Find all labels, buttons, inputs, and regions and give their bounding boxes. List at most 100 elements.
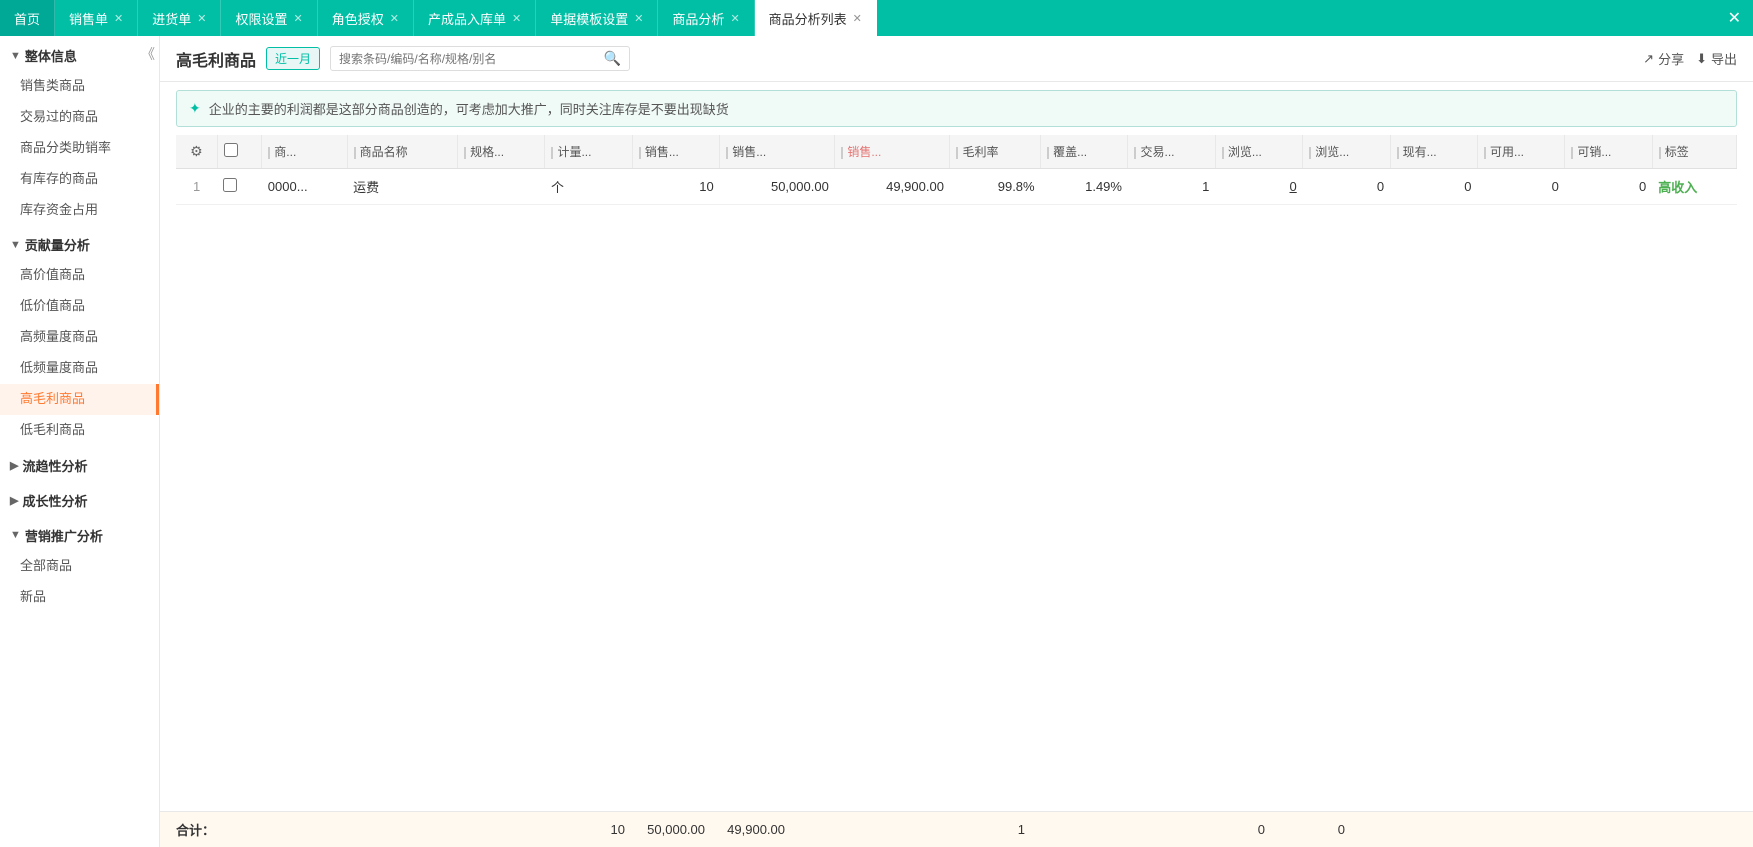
sidebar-section-overall[interactable]: ▼ 整体信息 [0,36,159,71]
row-code: 0000... [262,169,347,205]
sidebar-section-flow[interactable]: ▶ 流趋性分析 [0,446,159,481]
row-unit: 个 [545,169,632,205]
tab-wh-close[interactable]: ✕ [512,12,521,25]
data-table: ⚙ 商... 商品名称 规格... 计量... 销售... 销售... 销售..… [176,135,1737,205]
sidebar-section-contribution[interactable]: ▼ 贡献量分析 [0,225,159,260]
th-sales-qty[interactable]: 销售... [632,135,719,169]
window-close-button[interactable]: ✕ [1716,0,1753,36]
row-sellable: 0 [1565,169,1652,205]
row-spec [458,169,545,205]
th-sales-cost[interactable]: 销售... [835,135,950,169]
th-unit[interactable]: 计量... [545,135,632,169]
th-spec[interactable]: 规格... [458,135,545,169]
tab-tpl-label: 单据模板设置 [550,9,628,28]
th-gear[interactable]: ⚙ [176,135,217,169]
th-tag[interactable]: 标签 [1652,135,1736,169]
th-avail[interactable]: 可用... [1477,135,1564,169]
search-icon[interactable]: 🔍 [604,50,621,67]
tab-roles[interactable]: 角色授权 ✕ [318,0,414,36]
section-arrow-growth: ▶ [10,494,18,507]
sidebar-item-low-value[interactable]: 低价值商品 [0,291,159,322]
tab-tpl[interactable]: 单据模板设置 ✕ [536,0,658,36]
table-container: ⚙ 商... 商品名称 规格... 计量... 销售... 销售... 销售..… [160,135,1753,811]
sidebar-item-low-margin[interactable]: 低毛利商品 [0,415,159,446]
section-arrow-flow: ▶ [10,459,18,472]
tab-purchase[interactable]: 进货单 ✕ [138,0,221,36]
tab-home[interactable]: 首页 [0,0,55,36]
filter-month-button[interactable]: 近一月 [266,47,320,70]
info-bar: ✦ 企业的主要的利润都是这部分商品创造的，可考虑加大推广，同时关注库存是不要出现… [176,90,1737,127]
tab-tpl-close[interactable]: ✕ [634,12,643,25]
search-box: 🔍 [330,46,630,71]
tab-purchase-close[interactable]: ✕ [197,12,206,25]
th-view2[interactable]: 浏览... [1303,135,1390,169]
sidebar-section-growth[interactable]: ▶ 成长性分析 [0,481,159,516]
tab-sales-close[interactable]: ✕ [114,12,123,25]
export-icon: ⬇ [1696,51,1707,67]
sidebar-item-stock-capital[interactable]: 库存资金占用 [0,195,159,226]
tab-analysis-list-close[interactable]: ✕ [853,12,862,25]
th-sales-amt[interactable]: 销售... [720,135,835,169]
select-all-checkbox[interactable] [224,143,238,157]
section-arrow-marketing: ▼ [10,529,21,541]
sidebar-item-new-goods[interactable]: 新品 [0,582,159,613]
row-margin-rate: 99.8% [950,169,1041,205]
footer-avail: 0 [1271,822,1351,837]
tab-analysis[interactable]: 商品分析 ✕ [658,0,754,36]
section-arrow-contribution: ▼ [10,239,21,251]
sidebar-item-high-margin[interactable]: 高毛利商品 [0,384,159,415]
tab-perms-close[interactable]: ✕ [294,12,303,25]
sidebar-item-high-value[interactable]: 高价值商品 [0,260,159,291]
section-arrow-overall: ▼ [10,50,21,62]
sidebar-item-sales-goods[interactable]: 销售类商品 [0,71,159,102]
share-button[interactable]: ↗ 分享 [1643,49,1684,68]
th-margin-rate[interactable]: 毛利率 [950,135,1041,169]
th-name[interactable]: 商品名称 [347,135,457,169]
header-actions: ↗ 分享 ⬇ 导出 [1643,49,1737,68]
row-avail: 0 [1477,169,1564,205]
page-title: 高毛利商品 [176,47,256,71]
tab-perms[interactable]: 权限设置 ✕ [221,0,317,36]
tab-sales[interactable]: 销售单 ✕ [55,0,138,36]
row-num: 1 [176,169,217,205]
top-tab-bar: 首页 销售单 ✕ 进货单 ✕ 权限设置 ✕ 角色授权 ✕ 产成品入库单 ✕ 单据… [0,0,1753,36]
sidebar-item-low-freq[interactable]: 低频量度商品 [0,353,159,384]
tab-analysis-list-label: 商品分析列表 [769,9,847,28]
footer-trans: 1 [951,822,1031,837]
th-stock[interactable]: 现有... [1390,135,1477,169]
sidebar-item-all-goods[interactable]: 全部商品 [0,551,159,582]
sidebar-item-traded-goods[interactable]: 交易过的商品 [0,102,159,133]
tab-wh[interactable]: 产成品入库单 ✕ [414,0,536,36]
row-stock: 0 [1390,169,1477,205]
th-code[interactable]: 商... [262,135,347,169]
th-cover[interactable]: 覆盖... [1041,135,1128,169]
footer-sales-amt: 50,000.00 [631,822,711,837]
footer-label: 合计： [176,820,215,839]
th-trans[interactable]: 交易... [1128,135,1215,169]
row-view1[interactable]: 0 [1215,169,1302,205]
th-view1[interactable]: 浏览... [1215,135,1302,169]
th-sellable[interactable]: 可销... [1565,135,1652,169]
sidebar-section-marketing[interactable]: ▼ 营销推广分析 [0,516,159,551]
tab-roles-close[interactable]: ✕ [390,12,399,25]
export-button[interactable]: ⬇ 导出 [1696,49,1737,68]
row-select-checkbox[interactable] [223,178,237,192]
footer-summary: 合计： 10 50,000.00 49,900.00 1 0 0 [160,811,1753,847]
main-layout: 《 ▼ 整体信息 销售类商品 交易过的商品 商品分类助销率 有库存的商品 库存资… [0,36,1753,847]
row-checkbox[interactable] [217,169,262,205]
settings-icon[interactable]: ⚙ [190,143,203,159]
footer-sales-qty: 10 [551,822,631,837]
tab-analysis-list[interactable]: 商品分析列表 ✕ [755,0,877,36]
sidebar-item-high-freq[interactable]: 高频量度商品 [0,322,159,353]
search-input[interactable] [339,52,604,66]
sidebar-collapse-button[interactable]: 《 [141,44,155,64]
row-trans: 1 [1128,169,1215,205]
row-sales-qty: 10 [632,169,719,205]
row-sales-amt: 50,000.00 [720,169,835,205]
table-header-row: ⚙ 商... 商品名称 规格... 计量... 销售... 销售... 销售..… [176,135,1737,169]
tab-analysis-close[interactable]: ✕ [730,12,739,25]
view1-link[interactable]: 0 [1290,179,1297,194]
th-check[interactable] [217,135,262,169]
sidebar-item-category-rate[interactable]: 商品分类助销率 [0,133,159,164]
sidebar-item-instock-goods[interactable]: 有库存的商品 [0,164,159,195]
